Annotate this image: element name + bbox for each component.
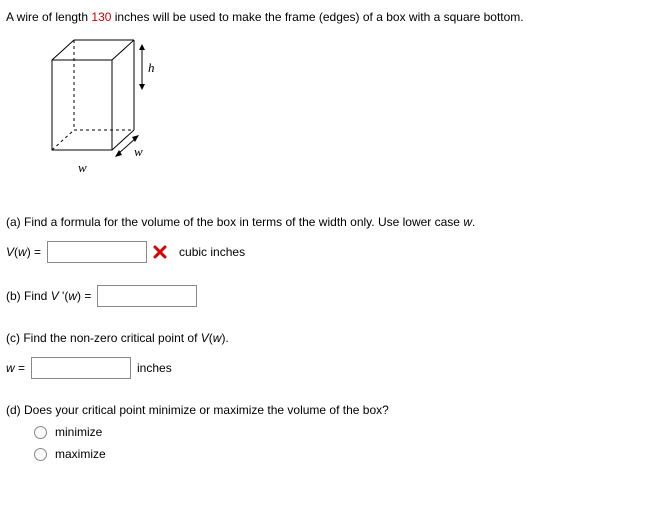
- part-d-prompt: (d) Does your critical point minimize or…: [6, 401, 649, 419]
- part-b: (b) Find V '(w) =: [6, 285, 649, 307]
- wire-length-value: 130: [91, 10, 111, 24]
- part-a-prompt: (a) Find a formula for the volume of the…: [6, 213, 649, 231]
- maximize-radio[interactable]: [34, 448, 47, 461]
- critical-lhs: w =: [6, 359, 25, 377]
- incorrect-x-icon: [153, 245, 167, 259]
- label-w-side: w: [134, 144, 143, 159]
- label-w-bottom: w: [78, 160, 87, 175]
- derivative-input[interactable]: [97, 285, 197, 307]
- part-b-prompt: (b) Find V '(w) =: [6, 287, 91, 305]
- part-a: (a) Find a formula for the volume of the…: [6, 213, 649, 263]
- problem-intro: A wire of length 130 inches will be used…: [6, 8, 649, 26]
- minimize-radio[interactable]: [34, 426, 47, 439]
- intro-text-post: inches will be used to make the frame (e…: [111, 10, 523, 24]
- part-c-prompt: (c) Find the non-zero critical point of …: [6, 329, 649, 347]
- volume-lhs: V(w) =: [6, 243, 41, 261]
- maximize-label: maximize: [55, 445, 106, 463]
- box-diagram: h w w: [42, 36, 649, 191]
- part-d: (d) Does your critical point minimize or…: [6, 401, 649, 463]
- critical-point-input[interactable]: [31, 357, 131, 379]
- volume-formula-input[interactable]: [47, 241, 147, 263]
- label-h: h: [148, 60, 155, 75]
- intro-text-pre: A wire of length: [6, 10, 91, 24]
- part-c: (c) Find the non-zero critical point of …: [6, 329, 649, 379]
- box-svg: h w w: [42, 36, 182, 186]
- minimize-label: minimize: [55, 423, 102, 441]
- critical-units: inches: [137, 359, 172, 377]
- volume-units: cubic inches: [179, 243, 245, 261]
